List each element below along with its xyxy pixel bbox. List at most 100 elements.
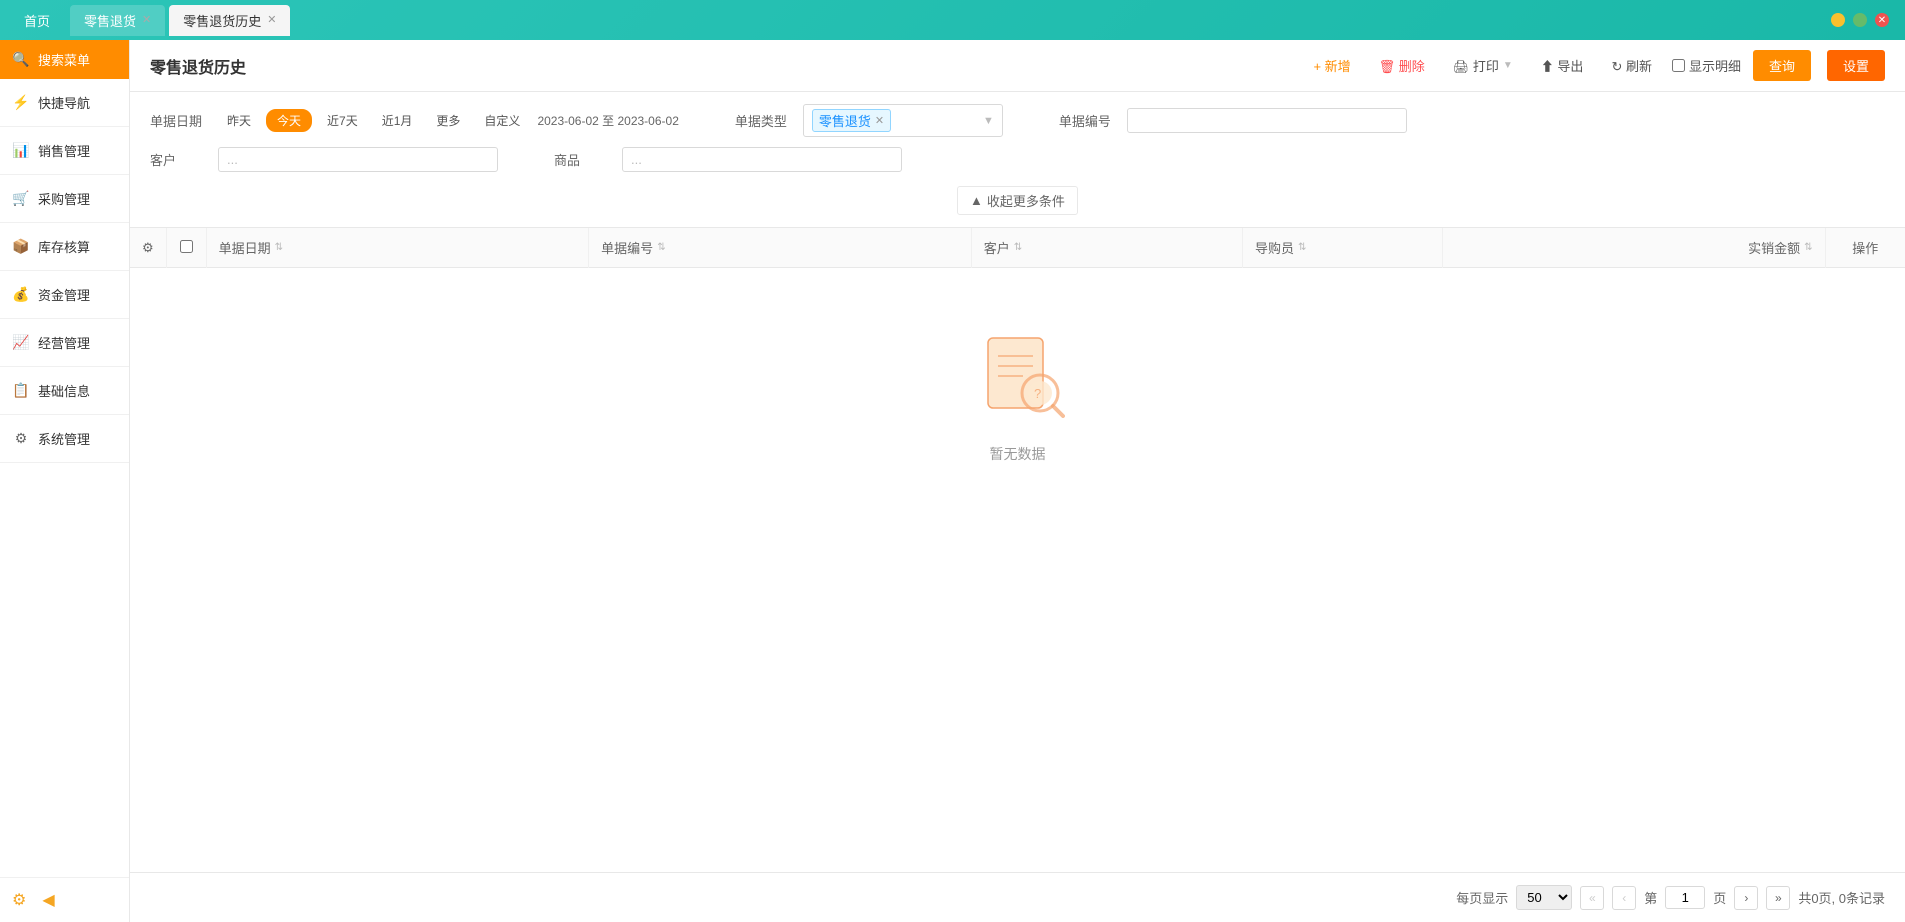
- voucher-type-dropdown-icon: ▼: [983, 115, 994, 127]
- customer-label: 客户: [150, 150, 210, 169]
- operations-icon: 📈: [12, 334, 30, 352]
- table-area: ⚙ 单据日期 ⇅: [130, 228, 1905, 872]
- th-settings[interactable]: ⚙: [130, 228, 166, 268]
- sales-icon: 📊: [12, 142, 30, 160]
- inventory-icon: 📦: [12, 238, 30, 256]
- quick-nav-icon: ⚡: [12, 94, 30, 112]
- tab-retail-return-history[interactable]: 零售退货历史 ✕: [169, 5, 290, 36]
- th-date[interactable]: 单据日期 ⇅: [206, 228, 589, 268]
- tab-close-retail-return[interactable]: ✕: [142, 15, 151, 26]
- voucher-no-filter: 单据编号: [1059, 108, 1407, 133]
- close-button[interactable]: ✕: [1875, 13, 1889, 27]
- win-buttons: ✕: [1831, 13, 1889, 27]
- sidebar-label-sales: 销售管理: [38, 141, 90, 160]
- date-btn-custom[interactable]: 自定义: [475, 109, 529, 132]
- filter-row-1: 单据日期 昨天 今天 近7天 近1月 更多 自定义 2023-06-02 至 2…: [150, 104, 1885, 137]
- settings-bottom-icon[interactable]: ⚙: [12, 890, 26, 910]
- show-detail-input[interactable]: [1672, 59, 1685, 72]
- header-actions: + 新增 🗑 删除 🖨 打印 ▼ ⬆ 导出 ↻ 刷新 显示明细 查询 设置: [1305, 50, 1885, 81]
- sidebar-label-purchase: 采购管理: [38, 189, 90, 208]
- th-guide[interactable]: 导购员 ⇅: [1242, 228, 1442, 268]
- refresh-button[interactable]: ↻ 刷新: [1603, 52, 1660, 79]
- collapse-sidebar-icon[interactable]: ◀: [42, 890, 54, 910]
- sidebar-item-finance[interactable]: 💰 资金管理: [0, 271, 129, 319]
- add-button[interactable]: + 新增: [1305, 52, 1358, 79]
- delete-button[interactable]: 🗑 删除: [1371, 52, 1433, 79]
- collapse-more-btn[interactable]: ▲ 收起更多条件: [957, 186, 1078, 215]
- sidebar-search[interactable]: 🔍 搜索菜单: [0, 40, 129, 79]
- page-unit: 页: [1713, 888, 1726, 907]
- last-page-button[interactable]: »: [1766, 886, 1790, 910]
- empty-state: ? 暂无数据: [130, 268, 1905, 524]
- sidebar-label-inventory: 库存核算: [38, 237, 90, 256]
- sidebar: 🔍 搜索菜单 ⚡ 快捷导航 📊 销售管理 🛒 采购管理 📦 库存核算 💰 资金管…: [0, 40, 130, 922]
- sidebar-item-operations[interactable]: 📈 经营管理: [0, 319, 129, 367]
- empty-text: 暂无数据: [990, 444, 1046, 464]
- date-btn-yesterday[interactable]: 昨天: [218, 109, 260, 132]
- sidebar-item-sales[interactable]: 📊 销售管理: [0, 127, 129, 175]
- goods-input[interactable]: [622, 147, 902, 172]
- voucher-no-input[interactable]: [1127, 108, 1407, 133]
- sidebar-bottom: ⚙ ◀: [0, 877, 129, 922]
- settings-button[interactable]: 设置: [1827, 50, 1885, 81]
- svg-text:?: ?: [1034, 386, 1041, 401]
- date-range-display: 2023-06-02 至 2023-06-02: [537, 112, 678, 129]
- voucher-type-tag-close[interactable]: ✕: [875, 114, 884, 127]
- date-btn-7days[interactable]: 近7天: [318, 109, 367, 132]
- purchase-icon: 🛒: [12, 190, 30, 208]
- column-settings-icon[interactable]: ⚙: [142, 240, 154, 255]
- minimize-button[interactable]: [1831, 13, 1845, 27]
- date-btn-more[interactable]: 更多: [427, 109, 469, 132]
- empty-icon: ?: [968, 328, 1068, 428]
- show-detail-checkbox[interactable]: 显示明细: [1672, 56, 1741, 75]
- filter-area: 单据日期 昨天 今天 近7天 近1月 更多 自定义 2023-06-02 至 2…: [130, 92, 1905, 228]
- sidebar-label-finance: 资金管理: [38, 285, 90, 304]
- voucher-type-filter: 单据类型 零售退货 ✕ ▼: [735, 104, 1003, 137]
- voucher-type-select[interactable]: 零售退货 ✕ ▼: [803, 104, 1003, 137]
- tab-home[interactable]: 首页: [8, 5, 66, 36]
- top-bar: 首页 零售退货 ✕ 零售退货历史 ✕ ✕: [0, 0, 1905, 40]
- maximize-button[interactable]: [1853, 13, 1867, 27]
- collapse-label: 收起更多条件: [987, 191, 1065, 210]
- main-layout: 🔍 搜索菜单 ⚡ 快捷导航 📊 销售管理 🛒 采购管理 📦 库存核算 💰 资金管…: [0, 40, 1905, 922]
- date-btn-1month[interactable]: 近1月: [373, 109, 422, 132]
- prev-page-button[interactable]: ‹: [1612, 886, 1636, 910]
- sidebar-item-inventory[interactable]: 📦 库存核算: [0, 223, 129, 271]
- th-amount[interactable]: 实销金额 ⇅: [1442, 228, 1825, 268]
- query-button[interactable]: 查询: [1753, 50, 1811, 81]
- collapse-icon: ▲: [970, 193, 983, 208]
- goods-filter: 商品: [554, 147, 902, 172]
- next-page-button[interactable]: ›: [1734, 886, 1758, 910]
- tab-retail-return[interactable]: 零售退货 ✕: [70, 5, 165, 36]
- sidebar-label-basic-info: 基础信息: [38, 381, 90, 400]
- sidebar-item-system[interactable]: ⚙ 系统管理: [0, 415, 129, 463]
- content-area: 零售退货历史 + 新增 🗑 删除 🖨 打印 ▼ ⬆ 导出 ↻ 刷新 显示明细 查…: [130, 40, 1905, 922]
- tab-close-history[interactable]: ✕: [267, 15, 276, 26]
- date-filter: 单据日期 昨天 今天 近7天 近1月 更多 自定义 2023-06-02 至 2…: [150, 109, 679, 132]
- export-button[interactable]: ⬆ 导出: [1533, 52, 1592, 79]
- page-size-select[interactable]: 20 50 100: [1516, 885, 1572, 910]
- first-page-button[interactable]: «: [1580, 886, 1604, 910]
- th-date-label: 单据日期: [219, 238, 271, 257]
- th-checkbox[interactable]: [166, 228, 206, 268]
- finance-icon: 💰: [12, 286, 30, 304]
- page-size-label: 每页显示: [1456, 888, 1508, 907]
- th-voucher-no[interactable]: 单据编号 ⇅: [589, 228, 972, 268]
- sidebar-item-quick-nav[interactable]: ⚡ 快捷导航: [0, 79, 129, 127]
- sidebar-item-purchase[interactable]: 🛒 采购管理: [0, 175, 129, 223]
- customer-input[interactable]: [218, 147, 498, 172]
- th-customer-sort-icon: ⇅: [1014, 242, 1022, 253]
- sidebar-item-basic-info[interactable]: 📋 基础信息: [0, 367, 129, 415]
- customer-filter: 客户: [150, 147, 498, 172]
- th-customer[interactable]: 客户 ⇅: [971, 228, 1242, 268]
- goods-label: 商品: [554, 150, 614, 169]
- select-all-checkbox[interactable]: [180, 240, 193, 253]
- th-voucher-no-label: 单据编号: [601, 238, 653, 257]
- page-number-input[interactable]: [1665, 886, 1705, 909]
- filter-row-2: 客户 商品: [150, 147, 1885, 172]
- print-dropdown-icon[interactable]: ▼: [1503, 60, 1513, 71]
- sidebar-label-system: 系统管理: [38, 429, 90, 448]
- print-button[interactable]: 🖨 打印 ▼: [1445, 52, 1521, 79]
- sidebar-label-operations: 经营管理: [38, 333, 90, 352]
- date-btn-today[interactable]: 今天: [266, 109, 312, 132]
